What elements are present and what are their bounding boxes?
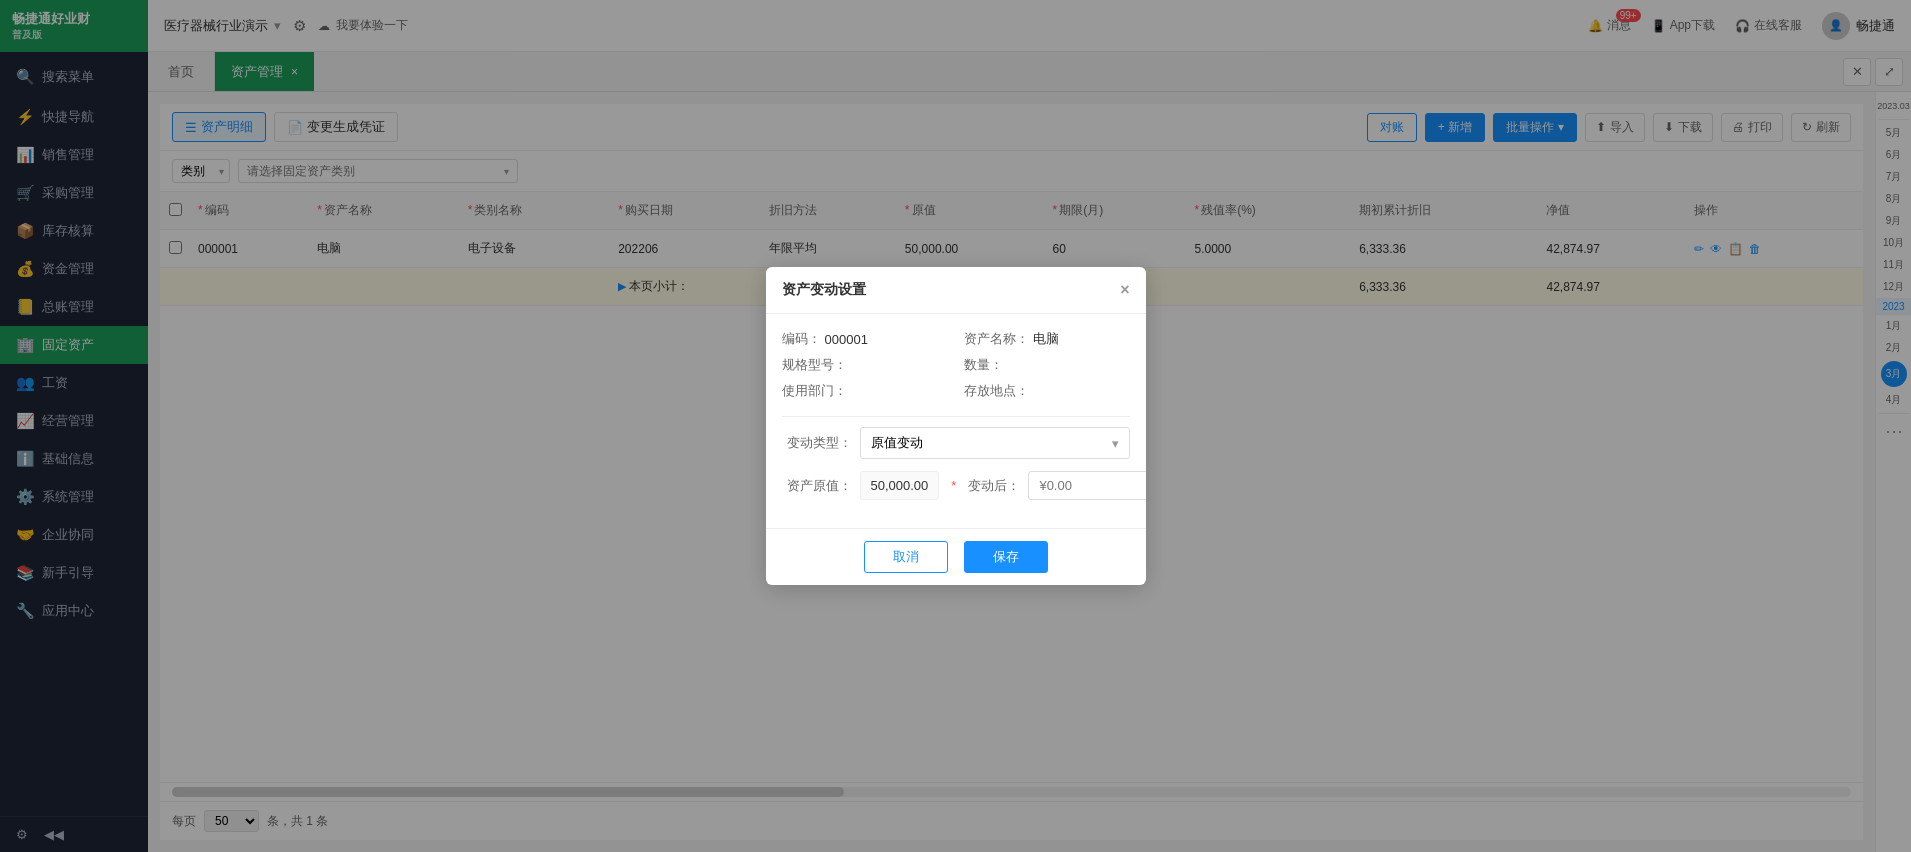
- dialog-original-value: 50,000.00: [860, 471, 940, 500]
- dialog-assetname-label: 资产名称：: [964, 330, 1029, 348]
- dialog-original-value-row: 资产原值： 50,000.00 * 变动后：: [782, 471, 1130, 500]
- dialog-header: 资产变动设置 ×: [766, 267, 1146, 314]
- dialog-divider: [782, 416, 1130, 417]
- after-change-input[interactable]: [1028, 471, 1145, 500]
- dialog-dept-label: 使用部门：: [782, 382, 847, 400]
- dialog-close-btn[interactable]: ×: [1120, 281, 1129, 299]
- change-type-arrow: ▾: [1112, 436, 1119, 451]
- cancel-button[interactable]: 取消: [864, 541, 948, 573]
- dialog-assetname-field: 资产名称： 电脑: [964, 330, 1130, 348]
- dialog-dept-field: 使用部门：: [782, 382, 948, 400]
- dialog-location-label: 存放地点：: [964, 382, 1029, 400]
- dialog-change-type-select[interactable]: 原值变动 ▾: [860, 427, 1130, 459]
- dialog-location-field: 存放地点：: [964, 382, 1130, 400]
- dialog-change-type-row: 变动类型： 原值变动 ▾: [782, 427, 1130, 459]
- dialog-code-label: 编码：: [782, 330, 821, 348]
- dialog-spec-field: 规格型号：: [782, 356, 948, 374]
- save-button[interactable]: 保存: [964, 541, 1048, 573]
- dialog-info-grid: 编码： 000001 资产名称： 电脑 规格型号： 数量： 使用部门：: [782, 330, 1130, 400]
- required-mark: *: [951, 478, 956, 493]
- dialog-spec-label: 规格型号：: [782, 356, 847, 374]
- dialog-original-label: 资产原值：: [782, 477, 852, 495]
- dialog-footer: 取消 保存: [766, 528, 1146, 585]
- asset-change-dialog: 资产变动设置 × 编码： 000001 资产名称： 电脑 规格型号： 数量：: [766, 267, 1146, 585]
- dialog-assetname-value: 电脑: [1033, 330, 1059, 348]
- dialog-change-type-label: 变动类型：: [782, 434, 852, 452]
- dialog-after-change-label: 变动后：: [968, 477, 1020, 495]
- dialog-body: 编码： 000001 资产名称： 电脑 规格型号： 数量： 使用部门：: [766, 314, 1146, 528]
- dialog-code-field: 编码： 000001: [782, 330, 948, 348]
- dialog-code-value: 000001: [825, 332, 868, 347]
- dialog-title: 资产变动设置: [782, 281, 866, 299]
- dialog-quantity-label: 数量：: [964, 356, 1003, 374]
- change-type-value: 原值变动: [871, 434, 923, 452]
- dialog-quantity-field: 数量：: [964, 356, 1130, 374]
- modal-overlay: 资产变动设置 × 编码： 000001 资产名称： 电脑 规格型号： 数量：: [0, 0, 1911, 852]
